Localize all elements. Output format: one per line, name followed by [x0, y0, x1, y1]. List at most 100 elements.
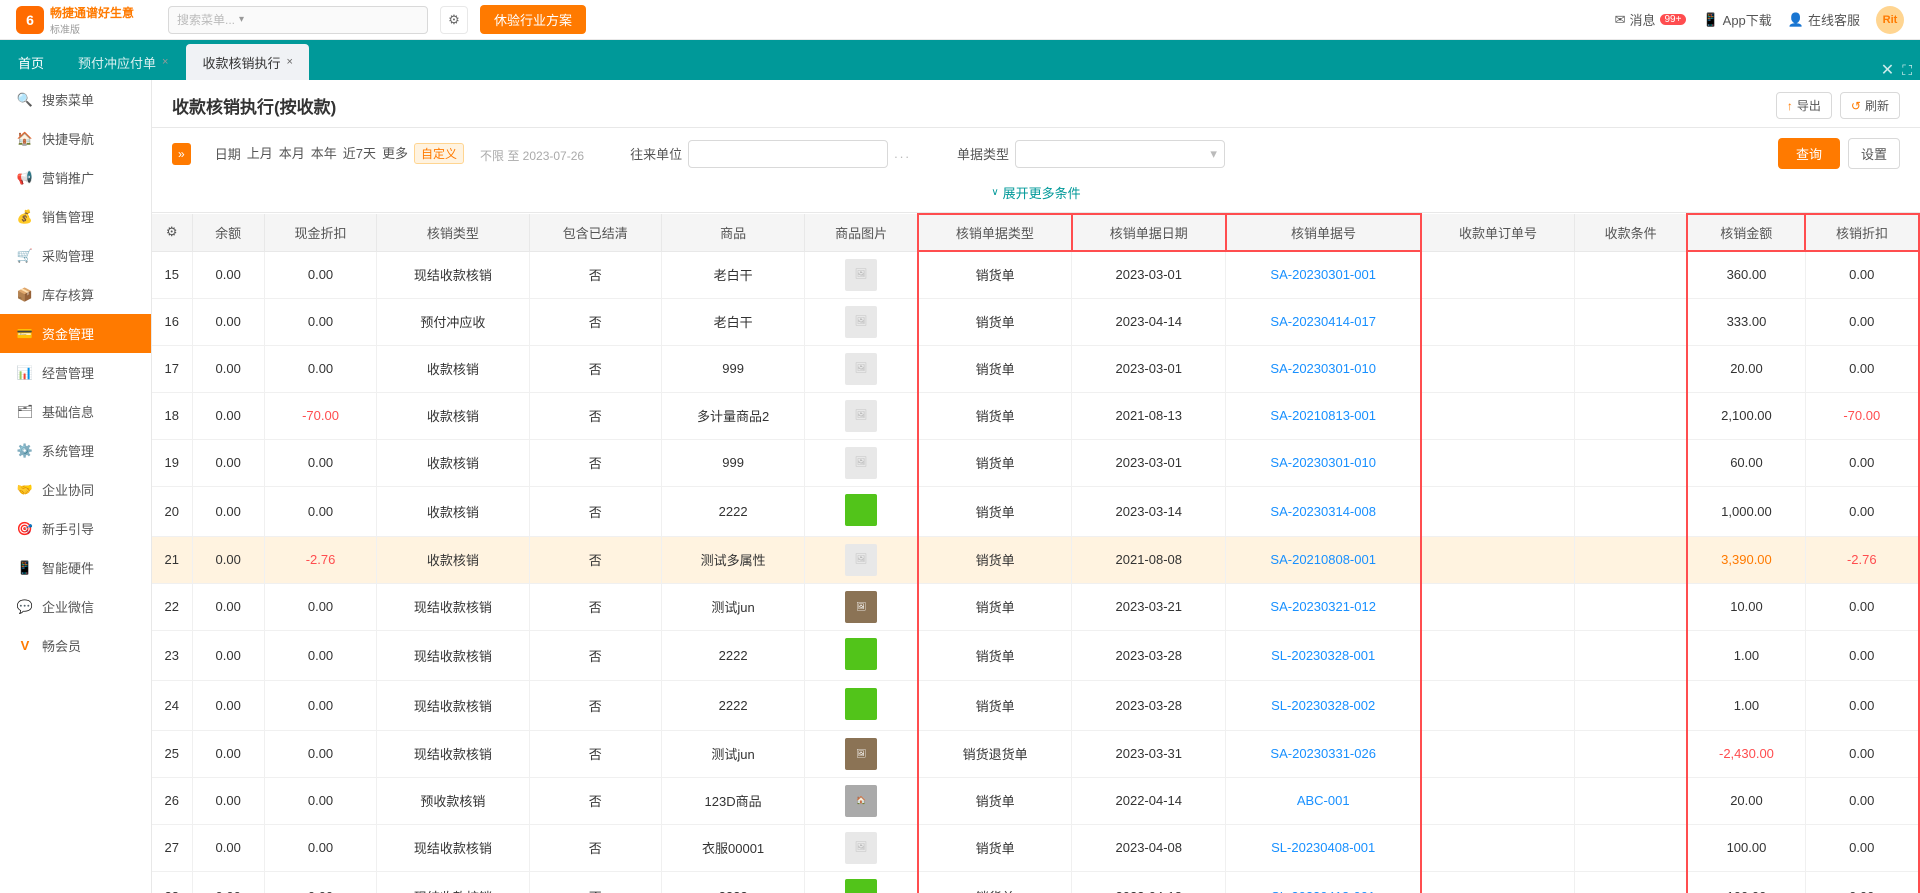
td-voucher-no: SA-20230301-010 [1226, 345, 1421, 392]
sidebar-item-enterprise[interactable]: 🤝 企业协同 [0, 470, 151, 509]
top-search-bar[interactable]: 搜索菜单... ▾ [168, 6, 428, 34]
product-image: 🏠 [845, 785, 877, 817]
online-service-button[interactable]: 👤 在线客服 [1788, 10, 1860, 29]
sidebar-item-marketing[interactable]: 📢 营销推广 [0, 158, 151, 197]
td-cash-discount: 0.00 [264, 730, 376, 777]
vip-icon: V [16, 637, 34, 655]
prepay-tab-close[interactable]: × [162, 56, 168, 68]
sidebar-item-basic[interactable]: 🗂 基础信息 [0, 392, 151, 431]
tab-verify[interactable]: 收款核销执行 × [186, 44, 308, 80]
expand-tabs-icon[interactable]: ⛶ [1902, 62, 1912, 79]
sidebar-item-vip[interactable]: V 畅会员 [0, 626, 151, 665]
sidebar-item-wechat[interactable]: 💬 企业微信 [0, 587, 151, 626]
voucher-no-link[interactable]: SA-20230314-008 [1270, 504, 1376, 519]
voucher-no-link[interactable]: SL-20230418-001 [1271, 889, 1375, 893]
more-options-dots[interactable]: ... [894, 146, 911, 161]
party-input[interactable] [688, 140, 888, 168]
voucher-no-link[interactable]: SL-20230408-001 [1271, 840, 1375, 855]
td-order-no [1421, 298, 1574, 345]
voucher-no-link[interactable]: SA-20210808-001 [1270, 552, 1376, 567]
megaphone-icon: 📢 [16, 169, 34, 187]
expand-more-row: ∨ 展开更多条件 [172, 177, 1900, 202]
voucher-no-link[interactable]: SA-20210813-001 [1270, 408, 1376, 423]
td-voucher-date: 2021-08-08 [1072, 536, 1226, 583]
collapse-filter-button[interactable]: » [172, 143, 191, 165]
td-cash-discount: -70.00 [264, 392, 376, 439]
td-verify-amount: -2,430.00 [1687, 730, 1805, 777]
avatar[interactable]: Rit [1876, 6, 1904, 34]
last-7-days-link[interactable]: 近7天 [343, 143, 376, 164]
more-date-link[interactable]: 更多 [382, 143, 408, 164]
voucher-no-link[interactable]: SA-20230414-017 [1270, 314, 1376, 329]
td-included: 否 [529, 251, 661, 298]
td-balance: 0.00 [192, 777, 264, 824]
export-button[interactable]: ↑ 导出 [1776, 92, 1832, 119]
expand-more-btn[interactable]: ∨ 展开更多条件 [991, 183, 1080, 202]
td-order-no [1421, 392, 1574, 439]
td-included: 否 [529, 583, 661, 630]
td-cash-discount: 0.00 [264, 439, 376, 486]
query-button[interactable]: 查询 [1778, 138, 1840, 169]
td-included: 否 [529, 630, 661, 680]
sidebar-label-nav: 快捷导航 [42, 129, 94, 148]
voucher-no-link[interactable]: SA-20230301-010 [1270, 361, 1376, 376]
verify-amount-value: 3,390.00 [1721, 552, 1772, 567]
td-order-no [1421, 680, 1574, 730]
td-voucher-type: 销货单 [918, 777, 1072, 824]
settings-icon-btn[interactable]: ⚙ [440, 6, 468, 34]
messages-badge: 99+ [1660, 14, 1687, 25]
voucher-no-link[interactable]: SL-20230328-002 [1271, 698, 1375, 713]
tab-prepay[interactable]: 预付冲应付单 × [62, 44, 184, 80]
td-balance: 0.00 [192, 536, 264, 583]
this-month-link[interactable]: 本月 [279, 143, 305, 164]
td-verify-discount: 0.00 [1805, 680, 1919, 730]
td-seq: 19 [152, 439, 192, 486]
app-download-label: App下载 [1723, 10, 1772, 29]
td-cash-discount: 0.00 [264, 777, 376, 824]
sidebar-item-fund[interactable]: 💳 资金管理 [0, 314, 151, 353]
refresh-button[interactable]: ↺ 刷新 [1840, 92, 1900, 119]
verify-discount-value: -70.00 [1843, 408, 1880, 423]
home-tab-label: 首页 [18, 53, 44, 72]
voucher-no-link[interactable]: SA-20230301-010 [1270, 455, 1376, 470]
custom-date-btn[interactable]: 自定义 [414, 143, 464, 164]
voucher-no-link[interactable]: SA-20230301-001 [1270, 267, 1376, 282]
sidebar-item-operation[interactable]: 📊 经营管理 [0, 353, 151, 392]
td-voucher-type: 销货单 [918, 486, 1072, 536]
this-year-link[interactable]: 本年 [311, 143, 337, 164]
voucher-no-link[interactable]: SA-20230321-012 [1270, 599, 1376, 614]
sidebar-item-inventory[interactable]: 📦 库存核算 [0, 275, 151, 314]
td-goods-img: 🖼 [805, 824, 918, 871]
sidebar-item-system[interactable]: ⚙️ 系统管理 [0, 431, 151, 470]
last-month-link[interactable]: 上月 [247, 143, 273, 164]
voucher-no-link[interactable]: SL-20230328-001 [1271, 648, 1375, 663]
sidebar-item-nav[interactable]: 🏠 快捷导航 [0, 119, 151, 158]
voucher-no-link[interactable]: ABC-001 [1297, 793, 1350, 808]
messages-button[interactable]: ✉ 消息 99+ [1615, 10, 1687, 29]
td-order-no [1421, 824, 1574, 871]
td-voucher-no: SA-20230321-012 [1226, 583, 1421, 630]
settings-button[interactable]: 设置 [1848, 138, 1900, 169]
sidebar-item-purchase[interactable]: 🛒 采购管理 [0, 236, 151, 275]
close-all-tabs-icon[interactable]: ✕ [1881, 60, 1894, 80]
sidebar-item-guide[interactable]: 🎯 新手引导 [0, 509, 151, 548]
expand-more-label: 展开更多条件 [1003, 183, 1081, 202]
verify-tab-close[interactable]: × [286, 56, 292, 68]
industry-solution-button[interactable]: 休验行业方案 [480, 5, 586, 34]
td-included: 否 [529, 536, 661, 583]
sidebar-item-search[interactable]: 🔍 搜索菜单 [0, 80, 151, 119]
td-goods-img: 🖼 [805, 439, 918, 486]
th-settings[interactable]: ⚙ [152, 214, 192, 251]
voucher-no-link[interactable]: SA-20230331-026 [1270, 746, 1376, 761]
td-goods-img: 🖼 [805, 730, 918, 777]
td-cash-discount: 0.00 [264, 680, 376, 730]
td-balance: 0.00 [192, 630, 264, 680]
sidebar-item-sales[interactable]: 💰 销售管理 [0, 197, 151, 236]
sidebar-item-hardware[interactable]: 📱 智能硬件 [0, 548, 151, 587]
td-voucher-date: 2023-03-31 [1072, 730, 1226, 777]
td-goods-img: 🏠 [805, 777, 918, 824]
td-verify-type: 预收款核销 [377, 777, 529, 824]
tab-home[interactable]: 首页 [2, 44, 60, 80]
voucher-type-select[interactable] [1015, 140, 1225, 168]
app-download-button[interactable]: 📱 App下载 [1702, 10, 1771, 29]
